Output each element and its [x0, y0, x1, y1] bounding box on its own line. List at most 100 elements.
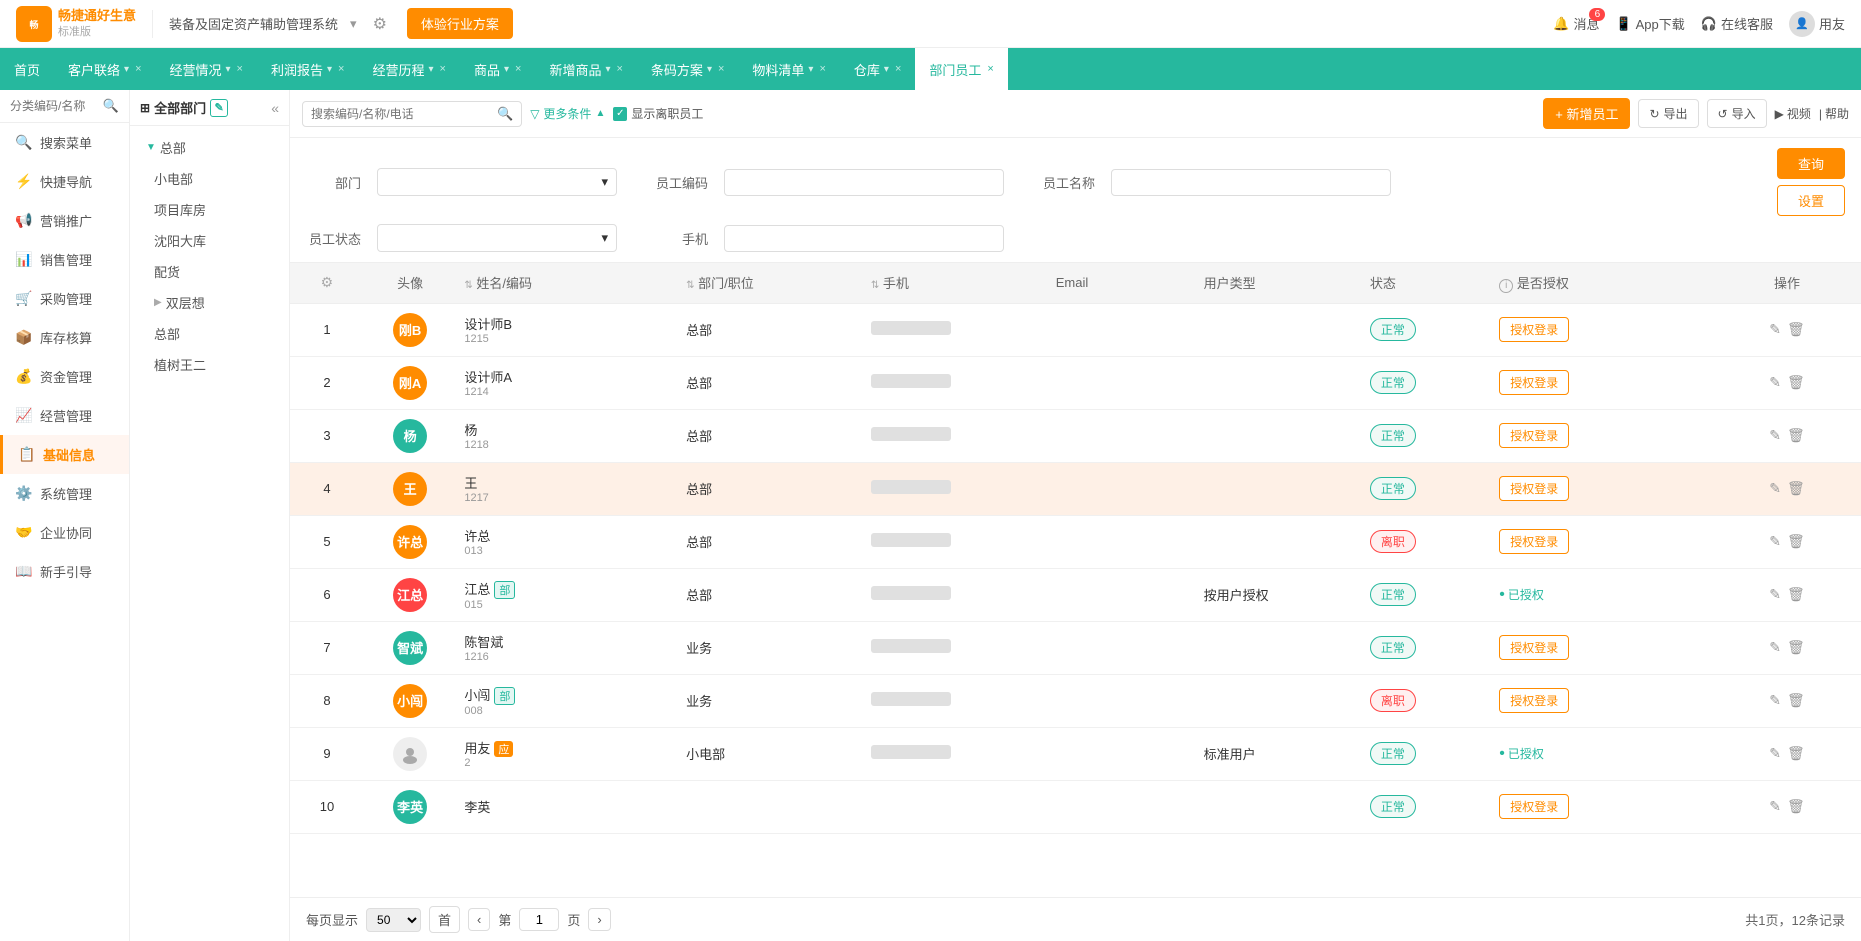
nav-tab-customers[interactable]: 客户联络 ▾ × [54, 48, 155, 90]
sidebar-item-system[interactable]: ⚙️ 系统管理 [0, 474, 129, 513]
delete-employee-btn[interactable]: 🗑 [1787, 692, 1805, 708]
authorize-login-button[interactable]: 授权登录 [1499, 529, 1569, 554]
nav-tab-new-goods-close[interactable]: × [616, 63, 622, 75]
dept-item-double[interactable]: ▶ 双层想 [130, 287, 289, 318]
trial-button[interactable]: 体验行业方案 [407, 8, 513, 39]
nav-tab-history-close[interactable]: × [440, 63, 446, 75]
nav-tab-barcode-close[interactable]: × [718, 63, 724, 75]
sidebar-item-finance[interactable]: 💰 资金管理 [0, 357, 129, 396]
system-title-dropdown-icon[interactable]: ▾ [350, 16, 357, 32]
next-page-btn[interactable]: › [588, 908, 610, 931]
edit-employee-btn[interactable]: ✎ [1769, 586, 1781, 602]
sidebar-item-basic-info[interactable]: 📋 基础信息 [0, 435, 129, 474]
emp-name-input[interactable] [1111, 169, 1391, 196]
view-btn[interactable]: ▶ 视频 [1775, 105, 1811, 122]
nav-tab-customers-close[interactable]: × [135, 63, 141, 75]
edit-employee-btn[interactable]: ✎ [1769, 798, 1781, 814]
authorize-login-button[interactable]: 授权登录 [1499, 423, 1569, 448]
user-menu[interactable]: 👤 用友 [1789, 11, 1845, 37]
sidebar-item-quick-nav[interactable]: ⚡ 快捷导航 [0, 162, 129, 201]
show-departed-checkbox[interactable]: ✓ [613, 107, 627, 121]
online-service[interactable]: 🎧 在线客服 [1701, 14, 1773, 33]
edit-employee-btn[interactable]: ✎ [1769, 480, 1781, 496]
nav-tab-goods-close[interactable]: × [515, 63, 521, 75]
dept-item-shenyang[interactable]: 沈阳大库 [130, 225, 289, 256]
th-name[interactable]: ⇅ 姓名/编码 [456, 263, 678, 303]
authorize-login-button[interactable]: 授权登录 [1499, 370, 1569, 395]
edit-employee-btn[interactable]: ✎ [1769, 533, 1781, 549]
edit-employee-btn[interactable]: ✎ [1769, 374, 1781, 390]
nav-tab-goods[interactable]: 商品 ▾ × [460, 48, 535, 90]
edit-employee-btn[interactable]: ✎ [1769, 639, 1781, 655]
authorize-login-button[interactable]: 授权登录 [1499, 688, 1569, 713]
dept-edit-icon[interactable]: ✎ [210, 99, 228, 117]
dept-item-project-warehouse[interactable]: 项目库房 [130, 194, 289, 225]
auth-info-icon[interactable]: i [1499, 279, 1513, 293]
delete-employee-btn[interactable]: 🗑 [1787, 798, 1805, 814]
sidebar-search-icon[interactable]: 🔍 [103, 98, 119, 114]
search-button[interactable]: 查询 [1777, 148, 1845, 179]
th-settings[interactable]: ⚙ [290, 263, 364, 303]
nav-tab-new-goods[interactable]: 新增商品 ▾ × [535, 48, 636, 90]
sidebar-item-operations[interactable]: 📈 经营管理 [0, 396, 129, 435]
edit-employee-btn[interactable]: ✎ [1769, 745, 1781, 761]
nav-tab-warehouse[interactable]: 仓库 ▾ × [840, 48, 915, 90]
more-filter-btn[interactable]: ▽ 更多条件 ▲ [530, 105, 605, 122]
edit-employee-btn[interactable]: ✎ [1769, 321, 1781, 337]
delete-employee-btn[interactable]: 🗑 [1787, 745, 1805, 761]
phone-input[interactable] [724, 225, 1004, 252]
nav-tab-bom-close[interactable]: × [819, 63, 825, 75]
sidebar-item-marketing[interactable]: 📢 营销推广 [0, 201, 129, 240]
help-btn[interactable]: | 帮助 [1819, 105, 1849, 122]
nav-tab-operation[interactable]: 经营情况 ▾ × [156, 48, 257, 90]
dept-item-distribution[interactable]: 配货 [130, 256, 289, 287]
collapse-btn[interactable]: « [271, 100, 279, 116]
nav-tab-warehouse-close[interactable]: × [895, 63, 901, 75]
edit-employee-btn[interactable]: ✎ [1769, 427, 1781, 443]
add-employee-button[interactable]: + 新增员工 [1543, 98, 1630, 129]
emp-code-input[interactable] [724, 169, 1004, 196]
nav-tab-barcode[interactable]: 条码方案 ▾ × [637, 48, 738, 90]
sidebar-item-collab[interactable]: 🤝 企业协同 [0, 513, 129, 552]
sidebar-item-inventory[interactable]: 📦 库存核算 [0, 318, 129, 357]
prev-page-btn[interactable]: ‹ [468, 908, 490, 931]
th-phone[interactable]: ⇅ 手机 [863, 263, 1048, 303]
nav-tab-employees[interactable]: 部门员工 × [915, 48, 1007, 90]
show-departed-wrap[interactable]: ✓ 显示离职员工 [613, 105, 703, 122]
notification-bell[interactable]: 🔔 消息 6 [1553, 14, 1599, 33]
nav-tab-profit[interactable]: 利润报告 ▾ × [257, 48, 358, 90]
delete-employee-btn[interactable]: 🗑 [1787, 639, 1805, 655]
delete-employee-btn[interactable]: 🗑 [1787, 480, 1805, 496]
nav-tab-profit-close[interactable]: × [338, 63, 344, 75]
delete-employee-btn[interactable]: 🗑 [1787, 533, 1805, 549]
delete-employee-btn[interactable]: 🗑 [1787, 586, 1805, 602]
dept-filter-select[interactable]: ▾ [377, 168, 617, 196]
nav-tab-history[interactable]: 经营历程 ▾ × [358, 48, 459, 90]
set-button[interactable]: 设置 [1777, 185, 1845, 216]
employee-search-input[interactable] [311, 107, 491, 121]
dept-item-headquarters-root[interactable]: ▼ 总部 [130, 132, 289, 163]
delete-employee-btn[interactable]: 🗑 [1787, 321, 1805, 337]
per-page-select[interactable]: 50 100 200 [366, 908, 421, 932]
sidebar-search-input[interactable] [10, 99, 103, 113]
app-download[interactable]: 📱 App下载 [1615, 14, 1684, 33]
page-input[interactable] [519, 908, 559, 931]
authorize-login-button[interactable]: 授权登录 [1499, 476, 1569, 501]
nav-tab-home[interactable]: 首页 [0, 48, 54, 90]
delete-employee-btn[interactable]: 🗑 [1787, 427, 1805, 443]
import-button[interactable]: ↺ 导入 [1707, 99, 1767, 128]
nav-tab-employees-close[interactable]: × [987, 63, 993, 75]
nav-tab-operation-close[interactable]: × [237, 63, 243, 75]
export-button[interactable]: ↻ 导出 [1638, 99, 1698, 128]
delete-employee-btn[interactable]: 🗑 [1787, 374, 1805, 390]
authorize-login-button[interactable]: 授权登录 [1499, 794, 1569, 819]
sidebar-item-sales[interactable]: 📊 销售管理 [0, 240, 129, 279]
nav-tab-bom[interactable]: 物料清单 ▾ × [738, 48, 839, 90]
dept-item-small-elec[interactable]: 小电部 [130, 163, 289, 194]
th-dept[interactable]: ⇅ 部门/职位 [678, 263, 863, 303]
employee-search-icon[interactable]: 🔍 [497, 106, 513, 122]
authorize-login-button[interactable]: 授权登录 [1499, 317, 1569, 342]
sidebar-item-purchase[interactable]: 🛒 采购管理 [0, 279, 129, 318]
settings-icon[interactable]: ⚙ [373, 14, 387, 34]
gear-icon[interactable]: ⚙ [321, 274, 334, 290]
